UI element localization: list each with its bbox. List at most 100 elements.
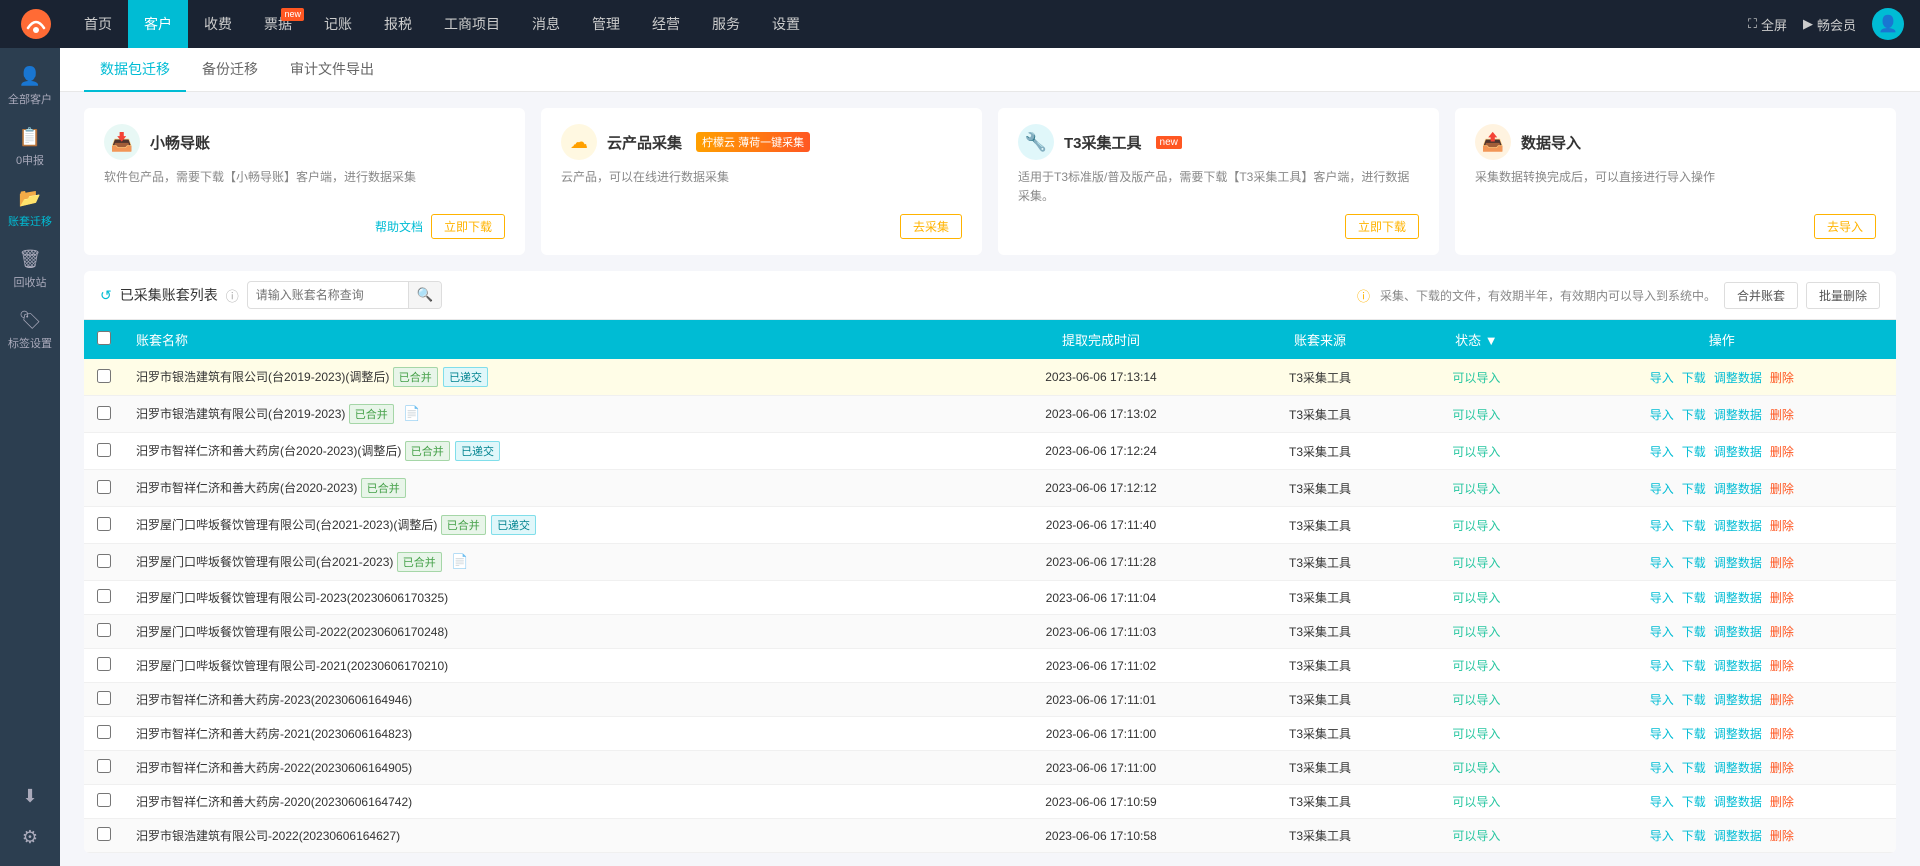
nav-settings[interactable]: 设置	[756, 0, 816, 48]
sidebar-item-tags[interactable]: 🏷 标签设置	[0, 300, 60, 361]
action-导入[interactable]: 导入	[1650, 408, 1674, 422]
nav-fee[interactable]: 收费	[188, 0, 248, 48]
action-调整数据[interactable]: 调整数据	[1714, 408, 1762, 422]
action-导入[interactable]: 导入	[1650, 591, 1674, 605]
sidebar-item-download[interactable]: ⬇	[0, 776, 60, 817]
action-导入[interactable]: 导入	[1650, 556, 1674, 570]
action-下载[interactable]: 下载	[1682, 625, 1706, 639]
action-调整数据[interactable]: 调整数据	[1714, 625, 1762, 639]
action-调整数据[interactable]: 调整数据	[1714, 659, 1762, 673]
nav-bookkeeping[interactable]: 记账	[308, 0, 368, 48]
select-all-checkbox[interactable]	[97, 331, 111, 345]
action-调整数据[interactable]: 调整数据	[1714, 445, 1762, 459]
nav-operation[interactable]: 经营	[636, 0, 696, 48]
sidebar-item-all-customers[interactable]: 👤 全部客户	[0, 56, 60, 117]
action-导入[interactable]: 导入	[1650, 371, 1674, 385]
action-调整数据[interactable]: 调整数据	[1714, 693, 1762, 707]
action-删除[interactable]: 删除	[1770, 761, 1794, 775]
row-checkbox[interactable]	[97, 406, 111, 420]
row-checkbox[interactable]	[97, 827, 111, 841]
row-checkbox[interactable]	[97, 657, 111, 671]
merge-button[interactable]: 合并账套	[1724, 282, 1798, 309]
go-import-button[interactable]: 去导入	[1814, 214, 1876, 239]
action-删除[interactable]: 删除	[1770, 519, 1794, 533]
action-导入[interactable]: 导入	[1650, 693, 1674, 707]
action-导入[interactable]: 导入	[1650, 727, 1674, 741]
action-导入[interactable]: 导入	[1650, 519, 1674, 533]
action-调整数据[interactable]: 调整数据	[1714, 761, 1762, 775]
action-调整数据[interactable]: 调整数据	[1714, 556, 1762, 570]
tab-backup-migration[interactable]: 备份迁移	[186, 48, 274, 92]
action-删除[interactable]: 删除	[1770, 445, 1794, 459]
row-checkbox[interactable]	[97, 759, 111, 773]
search-input[interactable]	[248, 288, 408, 302]
sidebar-item-settings[interactable]: ⚙	[0, 817, 60, 858]
row-checkbox[interactable]	[97, 691, 111, 705]
action-导入[interactable]: 导入	[1650, 761, 1674, 775]
row-checkbox[interactable]	[97, 443, 111, 457]
action-导入[interactable]: 导入	[1650, 795, 1674, 809]
row-checkbox[interactable]	[97, 589, 111, 603]
download-now-button[interactable]: 立即下载	[431, 214, 505, 239]
nav-manage[interactable]: 管理	[576, 0, 636, 48]
action-删除[interactable]: 删除	[1770, 482, 1794, 496]
action-下载[interactable]: 下载	[1682, 727, 1706, 741]
logo-icon[interactable]	[16, 4, 56, 44]
row-checkbox[interactable]	[97, 623, 111, 637]
action-删除[interactable]: 删除	[1770, 625, 1794, 639]
nav-message[interactable]: 消息	[516, 0, 576, 48]
batch-delete-button[interactable]: 批量删除	[1806, 282, 1880, 309]
action-调整数据[interactable]: 调整数据	[1714, 482, 1762, 496]
refresh-icon[interactable]: ↺	[100, 287, 112, 304]
row-checkbox[interactable]	[97, 554, 111, 568]
action-调整数据[interactable]: 调整数据	[1714, 727, 1762, 741]
action-删除[interactable]: 删除	[1770, 659, 1794, 673]
action-调整数据[interactable]: 调整数据	[1714, 519, 1762, 533]
action-调整数据[interactable]: 调整数据	[1714, 591, 1762, 605]
go-collect-button[interactable]: 去采集	[900, 214, 962, 239]
action-删除[interactable]: 删除	[1770, 591, 1794, 605]
row-checkbox[interactable]	[97, 725, 111, 739]
action-下载[interactable]: 下载	[1682, 659, 1706, 673]
fullscreen-button[interactable]: ⛶ 全屏	[1748, 15, 1787, 34]
row-checkbox[interactable]	[97, 369, 111, 383]
user-avatar[interactable]: 👤	[1872, 8, 1904, 40]
action-删除[interactable]: 删除	[1770, 727, 1794, 741]
action-删除[interactable]: 删除	[1770, 795, 1794, 809]
sidebar-item-account-migrate[interactable]: 📂 账套迁移	[0, 178, 60, 239]
action-下载[interactable]: 下载	[1682, 761, 1706, 775]
nav-home[interactable]: 首页	[68, 0, 128, 48]
help-doc-link[interactable]: 帮助文档	[375, 218, 423, 235]
action-导入[interactable]: 导入	[1650, 445, 1674, 459]
action-删除[interactable]: 删除	[1770, 408, 1794, 422]
t3-download-button[interactable]: 立即下载	[1345, 214, 1419, 239]
action-调整数据[interactable]: 调整数据	[1714, 371, 1762, 385]
action-下载[interactable]: 下载	[1682, 408, 1706, 422]
search-button[interactable]: 🔍	[408, 281, 442, 309]
nav-business[interactable]: 工商项目	[428, 0, 516, 48]
action-导入[interactable]: 导入	[1650, 625, 1674, 639]
action-删除[interactable]: 删除	[1770, 556, 1794, 570]
action-下载[interactable]: 下载	[1682, 519, 1706, 533]
nav-bill[interactable]: 票据new	[248, 0, 308, 48]
row-checkbox[interactable]	[97, 517, 111, 531]
file-icon[interactable]: 📄	[451, 553, 468, 569]
action-删除[interactable]: 删除	[1770, 371, 1794, 385]
nav-service[interactable]: 服务	[696, 0, 756, 48]
action-调整数据[interactable]: 调整数据	[1714, 829, 1762, 843]
action-导入[interactable]: 导入	[1650, 829, 1674, 843]
action-下载[interactable]: 下载	[1682, 556, 1706, 570]
action-下载[interactable]: 下载	[1682, 371, 1706, 385]
action-下载[interactable]: 下载	[1682, 795, 1706, 809]
action-下载[interactable]: 下载	[1682, 482, 1706, 496]
help-icon[interactable]: ⓘ	[226, 286, 239, 305]
file-icon[interactable]: 📄	[403, 405, 420, 421]
row-checkbox[interactable]	[97, 480, 111, 494]
sidebar-item-recycle[interactable]: 🗑 回收站	[0, 239, 60, 300]
tab-audit-export[interactable]: 审计文件导出	[274, 48, 390, 92]
member-button[interactable]: ▶ 畅会员	[1803, 15, 1856, 34]
action-下载[interactable]: 下载	[1682, 445, 1706, 459]
action-删除[interactable]: 删除	[1770, 829, 1794, 843]
action-导入[interactable]: 导入	[1650, 659, 1674, 673]
row-checkbox[interactable]	[97, 793, 111, 807]
